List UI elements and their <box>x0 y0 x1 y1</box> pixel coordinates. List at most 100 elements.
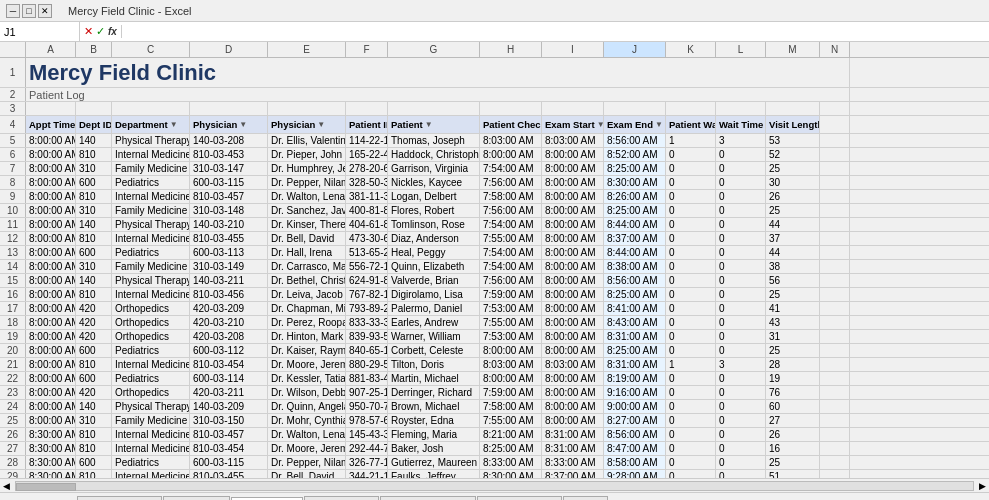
cell-r10-c9[interactable]: 8:25:00 AM <box>604 204 666 217</box>
header-cell-6[interactable]: Patient▼ <box>388 116 480 133</box>
tab-terms[interactable]: Terms <box>563 496 608 500</box>
cell-r16-c10[interactable]: 0 <box>666 288 716 301</box>
cell-r11-c12[interactable]: 44 <box>766 218 820 231</box>
cell-r15-c12[interactable]: 56 <box>766 274 820 287</box>
cell-r6-c10[interactable]: 0 <box>666 148 716 161</box>
cell-r19-c9[interactable]: 8:31:00 AM <box>604 330 666 343</box>
cell-r24-c2[interactable]: Physical Therapy <box>112 400 190 413</box>
cell-r13-c3[interactable]: 600-03-113 <box>190 246 268 259</box>
cell-r7-c2[interactable]: Family Medicine <box>112 162 190 175</box>
cell-r7-c7[interactable]: 7:54:00 AM <box>480 162 542 175</box>
cell-r17-c0[interactable]: 8:00:00 AM <box>26 302 76 315</box>
cell-r16-c6[interactable]: Digirolamo, Lisa <box>388 288 480 301</box>
cell-r6-c1[interactable]: 810 <box>76 148 112 161</box>
cell-r28-c12[interactable]: 25 <box>766 456 820 469</box>
cell-r21-c12[interactable]: 28 <box>766 358 820 371</box>
cell-r28-c4[interactable]: Dr. Pepper, Nilam <box>268 456 346 469</box>
cell-r21-c7[interactable]: 8:03:00 AM <box>480 358 542 371</box>
cell-r6-c0[interactable]: 8:00:00 AM <box>26 148 76 161</box>
cell-r25-c6[interactable]: Royster, Edna <box>388 414 480 427</box>
cell-r20-c8[interactable]: 8:00:00 AM <box>542 344 604 357</box>
cell-r19-c5[interactable]: 839-93-5081 <box>346 330 388 343</box>
cell-r24-c1[interactable]: 140 <box>76 400 112 413</box>
cell-r17-c3[interactable]: 420-03-209 <box>190 302 268 315</box>
cell-r16-c8[interactable]: 8:00:00 AM <box>542 288 604 301</box>
cell-r22-c7[interactable]: 8:00:00 AM <box>480 372 542 385</box>
col-header-A[interactable]: A <box>26 42 76 57</box>
cell-r17-c5[interactable]: 793-89-2875 <box>346 302 388 315</box>
cell-r27-c9[interactable]: 8:47:00 AM <box>604 442 666 455</box>
cell-r29-c1[interactable]: 810 <box>76 470 112 478</box>
cell-r21-c6[interactable]: Tilton, Doris <box>388 358 480 371</box>
cell-r14-c10[interactable]: 0 <box>666 260 716 273</box>
cell-r18-c1[interactable]: 420 <box>76 316 112 329</box>
cell-r22-c5[interactable]: 881-83-4055 <box>346 372 388 385</box>
cell-r25-c5[interactable]: 978-57-6324 <box>346 414 388 427</box>
cell-r23-c9[interactable]: 9:16:00 AM <box>604 386 666 399</box>
cell-r6-c2[interactable]: Internal Medicine <box>112 148 190 161</box>
cell-r22-c1[interactable]: 600 <box>76 372 112 385</box>
cell-r25-c10[interactable]: 0 <box>666 414 716 427</box>
cell-r27-c7[interactable]: 8:25:00 AM <box>480 442 542 455</box>
cell-r29-c9[interactable]: 9:28:00 AM <box>604 470 666 478</box>
col-header-L[interactable]: L <box>716 42 766 57</box>
cell-r12-c0[interactable]: 8:00:00 AM <box>26 232 76 245</box>
cell-r26-c9[interactable]: 8:56:00 AM <box>604 428 666 441</box>
header-cell-0[interactable]: Appt Time▼ <box>26 116 76 133</box>
cell-r28-c9[interactable]: 8:58:00 AM <box>604 456 666 469</box>
cell-r16-c3[interactable]: 810-03-456 <box>190 288 268 301</box>
cell-r25-c11[interactable]: 0 <box>716 414 766 427</box>
col-header-C[interactable]: C <box>112 42 190 57</box>
cell-r13-c10[interactable]: 0 <box>666 246 716 259</box>
cell-r8-c1[interactable]: 600 <box>76 176 112 189</box>
cell-r22-c12[interactable]: 19 <box>766 372 820 385</box>
cell-r28-c2[interactable]: Pediatrics <box>112 456 190 469</box>
cell-r14-c6[interactable]: Quinn, Elizabeth <box>388 260 480 273</box>
cell-r29-c7[interactable]: 8:30:00 AM <box>480 470 542 478</box>
cell-r9-c3[interactable]: 810-03-457 <box>190 190 268 203</box>
cell-r10-c8[interactable]: 8:00:00 AM <box>542 204 604 217</box>
cell-r20-c1[interactable]: 600 <box>76 344 112 357</box>
cell-r16-c11[interactable]: 0 <box>716 288 766 301</box>
cell-r28-c10[interactable]: 0 <box>666 456 716 469</box>
cell-r24-c10[interactable]: 0 <box>666 400 716 413</box>
cell-r29-c12[interactable]: 51 <box>766 470 820 478</box>
cell-r25-c8[interactable]: 8:00:00 AM <box>542 414 604 427</box>
cell-r14-c1[interactable]: 310 <box>76 260 112 273</box>
cell-r22-c10[interactable]: 0 <box>666 372 716 385</box>
cell-r27-c0[interactable]: 8:30:00 AM <box>26 442 76 455</box>
cell-r28-c5[interactable]: 326-77-1137 <box>346 456 388 469</box>
cell-r23-c0[interactable]: 8:00:00 AM <box>26 386 76 399</box>
cell-r15-c1[interactable]: 140 <box>76 274 112 287</box>
cell-r11-c5[interactable]: 404-61-8945 <box>346 218 388 231</box>
cell-r7-c3[interactable]: 310-03-147 <box>190 162 268 175</box>
cell-r28-c11[interactable]: 0 <box>716 456 766 469</box>
cell-r24-c8[interactable]: 8:00:00 AM <box>542 400 604 413</box>
cell-r11-c0[interactable]: 8:00:00 AM <box>26 218 76 231</box>
col-header-B[interactable]: B <box>76 42 112 57</box>
cell-r21-c9[interactable]: 8:31:00 AM <box>604 358 666 371</box>
cell-r8-c9[interactable]: 8:30:00 AM <box>604 176 666 189</box>
cell-r26-c10[interactable]: 0 <box>666 428 716 441</box>
cell-r20-c5[interactable]: 840-65-1782 <box>346 344 388 357</box>
cell-r7-c6[interactable]: Garrison, Virginia <box>388 162 480 175</box>
cell-r25-c2[interactable]: Family Medicine <box>112 414 190 427</box>
cell-r8-c12[interactable]: 30 <box>766 176 820 189</box>
cell-r10-c4[interactable]: Dr. Sanchez, Javier <box>268 204 346 217</box>
cell-r27-c2[interactable]: Internal Medicine <box>112 442 190 455</box>
cell-r21-c1[interactable]: 810 <box>76 358 112 371</box>
cell-r20-c0[interactable]: 8:00:00 AM <box>26 344 76 357</box>
cell-r22-c4[interactable]: Dr. Kessler, Tatiana <box>268 372 346 385</box>
cell-r9-c4[interactable]: Dr. Walton, Lena <box>268 190 346 203</box>
cell-r26-c8[interactable]: 8:31:00 AM <box>542 428 604 441</box>
cell-r18-c8[interactable]: 8:00:00 AM <box>542 316 604 329</box>
cell-r18-c3[interactable]: 420-03-210 <box>190 316 268 329</box>
cell-r6-c11[interactable]: 0 <box>716 148 766 161</box>
cell-r19-c3[interactable]: 420-03-208 <box>190 330 268 343</box>
cell-r8-c3[interactable]: 600-03-115 <box>190 176 268 189</box>
cell-r14-c12[interactable]: 38 <box>766 260 820 273</box>
cell-r6-c12[interactable]: 52 <box>766 148 820 161</box>
cell-r19-c10[interactable]: 0 <box>666 330 716 343</box>
cell-r23-c12[interactable]: 76 <box>766 386 820 399</box>
cell-r16-c5[interactable]: 767-82-1673 <box>346 288 388 301</box>
